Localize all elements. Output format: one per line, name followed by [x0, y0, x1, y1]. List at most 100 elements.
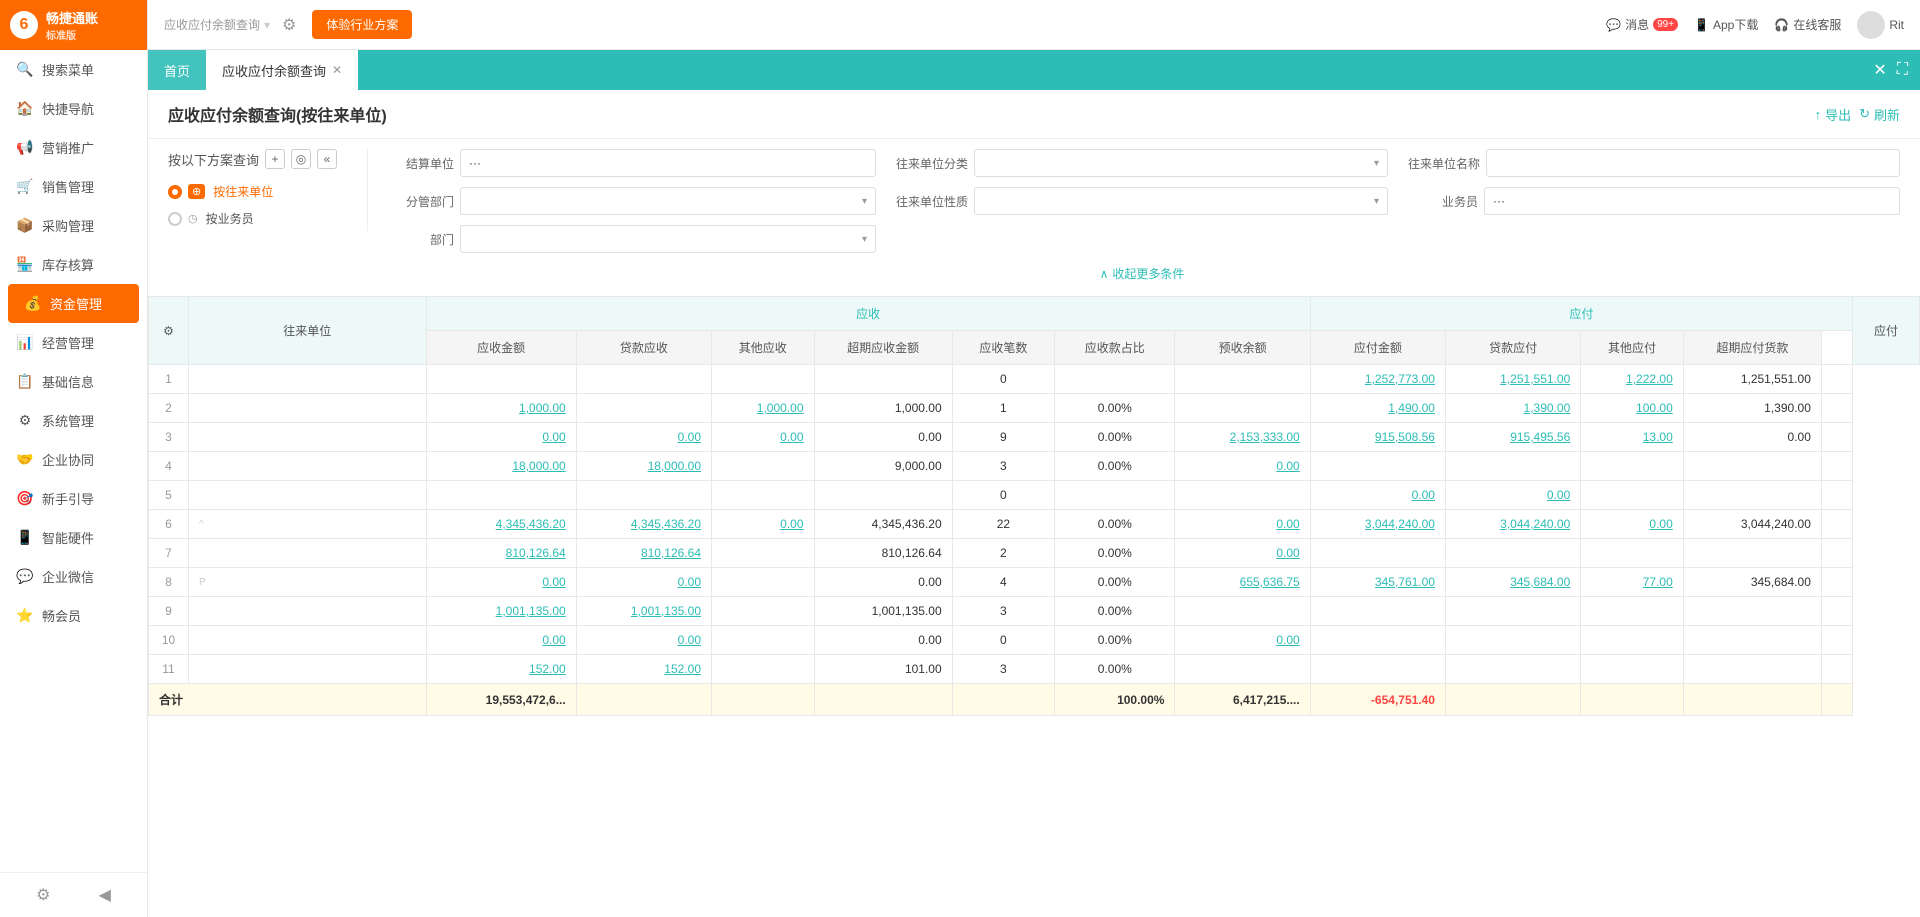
cell-value[interactable]: 18,000.00: [512, 459, 565, 473]
cell-value[interactable]: 1,490.00: [1388, 401, 1435, 415]
cell-value[interactable]: 0.00: [780, 430, 803, 444]
sidebar-item-system[interactable]: ⚙ 系统管理: [0, 401, 147, 440]
cell-value[interactable]: 1,000.00: [519, 401, 566, 415]
cell-value[interactable]: 4,345,436.20: [631, 517, 701, 531]
cell-value[interactable]: 0.00: [1276, 517, 1299, 531]
cell-value[interactable]: 1,390.00: [1524, 401, 1571, 415]
sidebar-item-guide[interactable]: 🎯 新手引导: [0, 479, 147, 518]
sidebar-item-purchase[interactable]: 📦 采购管理: [0, 206, 147, 245]
main-content: 应收应付余额查询(按往来单位) ↑ 导出 ↻ 刷新 按以下方案查询 + ◎ «: [148, 90, 1920, 917]
partner-name-input[interactable]: [1486, 149, 1900, 177]
cell-ar-overdue: 1,000.00: [814, 394, 952, 423]
cell-value[interactable]: 2,153,333.00: [1230, 430, 1300, 444]
header-settings-icon[interactable]: ⚙: [282, 15, 296, 35]
cell-value[interactable]: 77.00: [1643, 575, 1673, 589]
settlement-unit-input[interactable]: ···: [460, 149, 876, 177]
cell-ar-count: 1: [952, 394, 1055, 423]
cell-value[interactable]: 0.00: [1649, 517, 1672, 531]
cell-value[interactable]: 0.00: [780, 517, 803, 531]
tab-home[interactable]: 首页: [148, 50, 206, 90]
th-settings[interactable]: ⚙: [149, 297, 189, 365]
cell-value[interactable]: 345,761.00: [1375, 575, 1435, 589]
user-menu[interactable]: Rit: [1857, 11, 1904, 39]
sidebar-settings-btn[interactable]: ⚙: [36, 885, 50, 905]
online-service-btn[interactable]: 🎧 在线客服: [1774, 16, 1841, 33]
cell-value[interactable]: 3,044,240.00: [1500, 517, 1570, 531]
tab-close-all-icon[interactable]: ✕: [1873, 60, 1886, 80]
sidebar-item-sales[interactable]: 🛒 销售管理: [0, 167, 147, 206]
sidebar-item-search-menu[interactable]: 🔍 搜索菜单: [0, 50, 147, 89]
cell-ap-other: 0.00: [1581, 510, 1684, 539]
filter-collapse-bar[interactable]: ∧ 收起更多条件: [384, 261, 1900, 286]
sidebar-item-inventory[interactable]: 🏪 库存核算: [0, 245, 147, 284]
filter-add-button[interactable]: +: [265, 149, 285, 169]
filter-target-icon[interactable]: ◎: [291, 149, 311, 169]
settlement-unit-label: 结算单位: [384, 155, 454, 172]
salesperson-input[interactable]: ···: [1484, 187, 1900, 215]
cell-value[interactable]: 0.00: [1276, 459, 1299, 473]
sidebar-item-member[interactable]: ⭐ 畅会员: [0, 596, 147, 635]
cell-value[interactable]: 915,508.56: [1375, 430, 1435, 444]
cell-ap-loan: 345,684.00: [1445, 568, 1580, 597]
sidebar-item-enterprise[interactable]: 🤝 企业协同: [0, 440, 147, 479]
cell-value[interactable]: 100.00: [1636, 401, 1673, 415]
cell-value[interactable]: 1,222.00: [1626, 372, 1673, 386]
cell-value[interactable]: 0.00: [1276, 546, 1299, 560]
dept-manager-input[interactable]: ▾: [460, 187, 876, 215]
cell-value[interactable]: 655,636.75: [1240, 575, 1300, 589]
cell-value[interactable]: 152.00: [664, 662, 701, 676]
view-by-partner[interactable]: ⊕ 按往来单位: [168, 179, 351, 204]
sidebar-collapse-btn[interactable]: ◀: [99, 885, 111, 905]
cell-value[interactable]: 0.00: [678, 633, 701, 647]
solution-button[interactable]: 体验行业方案: [312, 10, 412, 39]
cell-ar-prepay: 655,636.75: [1175, 568, 1310, 597]
cell-value[interactable]: 1,000.00: [757, 401, 804, 415]
cell-value[interactable]: 1,251,551.00: [1500, 372, 1570, 386]
app-download-label: App下载: [1713, 16, 1758, 33]
cell-value[interactable]: 0.00: [678, 575, 701, 589]
partner-name-label: 往来单位名称: [1408, 155, 1480, 172]
cell-value[interactable]: 13.00: [1643, 430, 1673, 444]
tab-close-icon[interactable]: ✕: [332, 63, 342, 77]
online-service-icon: 🎧: [1774, 18, 1789, 32]
cell-value[interactable]: 0.00: [542, 633, 565, 647]
cell-row-num: 10: [149, 626, 189, 655]
cell-ar-count: 9: [952, 423, 1055, 452]
cell-value[interactable]: 0.00: [1276, 633, 1299, 647]
refresh-button[interactable]: ↻ 刷新: [1859, 105, 1900, 124]
cell-value[interactable]: 152.00: [529, 662, 566, 676]
cell-value[interactable]: 0.00: [542, 575, 565, 589]
partner-nature-input[interactable]: ▾: [974, 187, 1388, 215]
sidebar-item-quick-nav[interactable]: 🏠 快捷导航: [0, 89, 147, 128]
cell-value[interactable]: 18,000.00: [648, 459, 701, 473]
cell-value[interactable]: 345,684.00: [1510, 575, 1570, 589]
export-button[interactable]: ↑ 导出: [1815, 105, 1852, 124]
messages-btn[interactable]: 💬 消息 99+: [1606, 16, 1678, 33]
sidebar-item-wechat[interactable]: 💬 企业微信: [0, 557, 147, 596]
department-input[interactable]: ▾: [460, 225, 876, 253]
cell-value[interactable]: 1,252,773.00: [1365, 372, 1435, 386]
cell-value[interactable]: 1,001,135.00: [631, 604, 701, 618]
partner-category-input[interactable]: ▾: [974, 149, 1388, 177]
app-download-btn[interactable]: 📱 App下载: [1694, 16, 1758, 33]
tab-expand-icon[interactable]: ⛶: [1897, 61, 1908, 79]
filter-collapse-icon[interactable]: «: [317, 149, 337, 169]
cell-value[interactable]: 810,126.64: [641, 546, 701, 560]
cell-value[interactable]: 0.00: [542, 430, 565, 444]
sidebar-item-basic-info[interactable]: 📋 基础信息: [0, 362, 147, 401]
view-by-staff[interactable]: ◷ 按业务员: [168, 206, 351, 231]
cell-value[interactable]: 915,495.56: [1510, 430, 1570, 444]
sidebar-item-management[interactable]: 📊 经营管理: [0, 323, 147, 362]
cell-value[interactable]: 3,044,240.00: [1365, 517, 1435, 531]
cell-value[interactable]: 1,001,135.00: [496, 604, 566, 618]
cell-value[interactable]: 0.00: [1412, 488, 1435, 502]
cell-ar-ratio: 0.00%: [1055, 597, 1175, 626]
cell-value[interactable]: 0.00: [1547, 488, 1570, 502]
tab-ar-ap[interactable]: 应收应付余额查询 ✕: [206, 50, 358, 90]
cell-value[interactable]: 0.00: [678, 430, 701, 444]
sidebar-item-marketing[interactable]: 📢 营销推广: [0, 128, 147, 167]
cell-value[interactable]: 4,345,436.20: [496, 517, 566, 531]
sidebar-item-smart-hw[interactable]: 📱 智能硬件: [0, 518, 147, 557]
cell-value[interactable]: 810,126.64: [506, 546, 566, 560]
sidebar-item-finance[interactable]: 💰 资金管理: [8, 284, 139, 323]
